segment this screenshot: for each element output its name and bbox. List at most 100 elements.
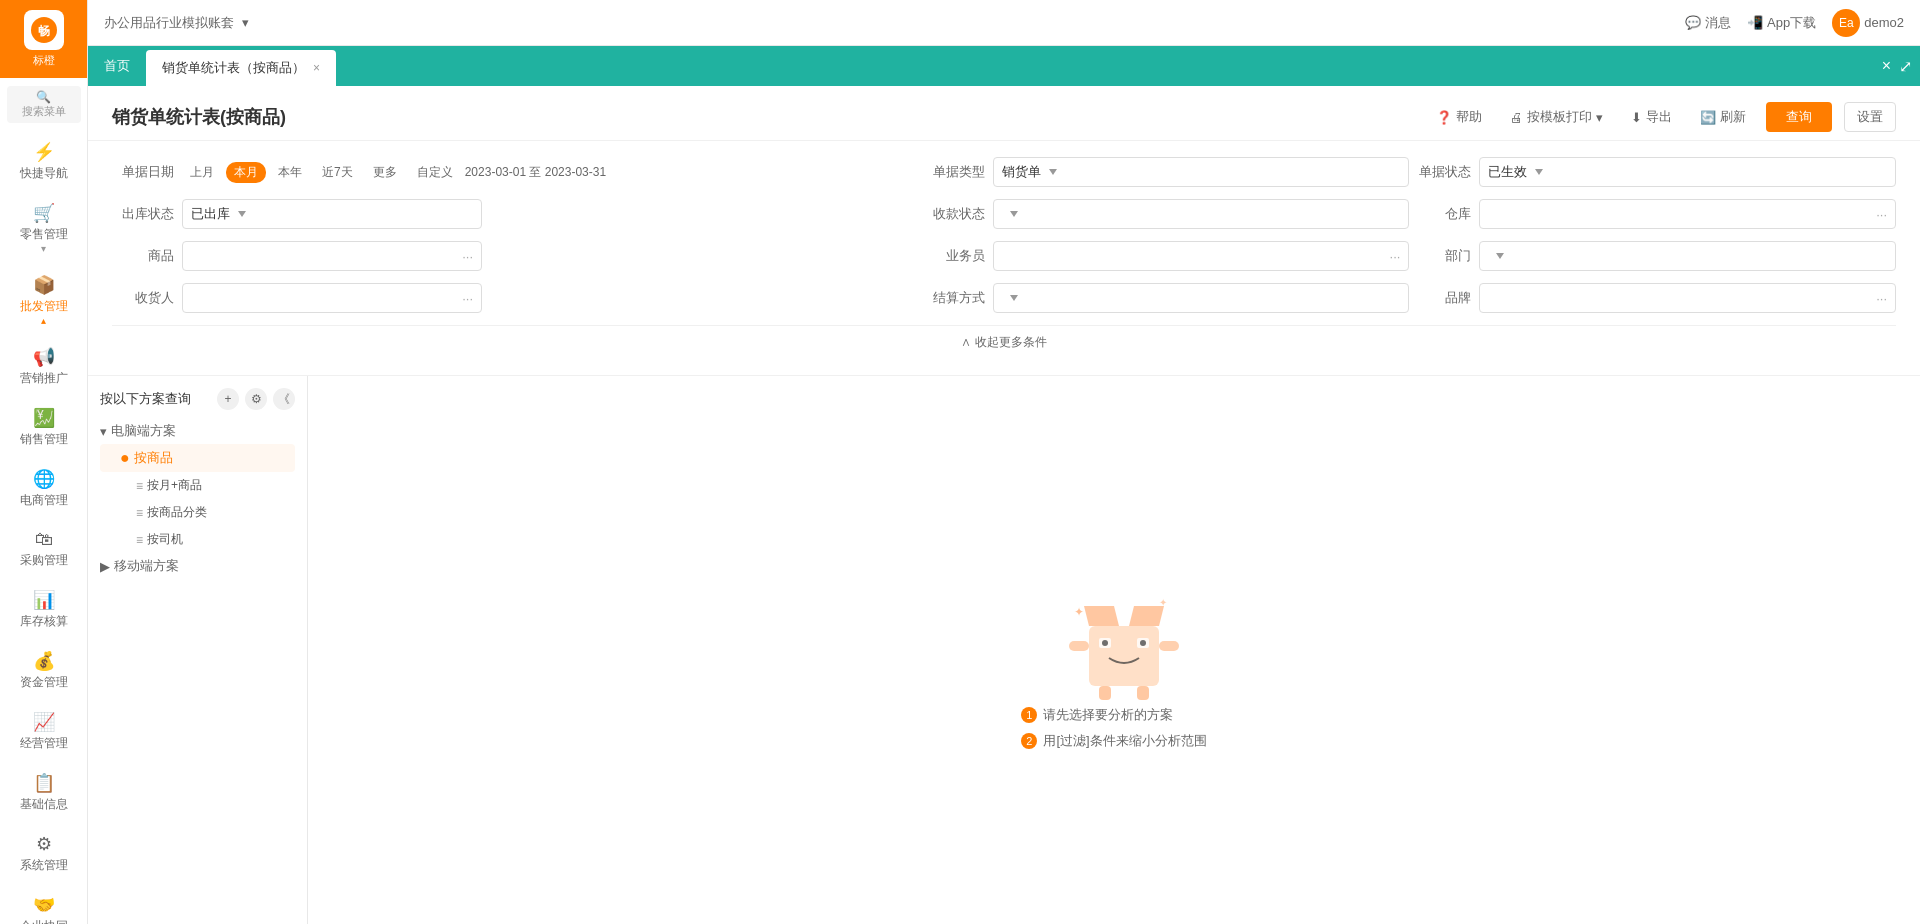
sidebar-item-cooperation[interactable]: 🤝 企业协同 — [0, 884, 87, 924]
date-tag-custom[interactable]: 自定义 — [409, 162, 461, 183]
topbar-dropdown-icon[interactable]: ▾ — [242, 15, 249, 30]
page-header: 销货单统计表(按商品) ❓ 帮助 🖨 按模板打印 ▾ ⬇ 导出 🔄 刷新 — [88, 86, 1920, 141]
lp-add-btn[interactable]: + — [217, 388, 239, 410]
filter-panel: 单据日期 上月 本月 本年 近7天 更多 自定义 2023-03-01 至 20… — [88, 141, 1920, 376]
tabbar-actions: × ⤢ — [1882, 57, 1920, 76]
ecommerce-label: 电商管理 — [20, 492, 68, 509]
print-btn[interactable]: 🖨 按模板打印 ▾ — [1502, 104, 1611, 130]
user-menu[interactable]: Ea demo2 — [1832, 9, 1904, 37]
type-value: 销货单 — [1002, 163, 1041, 181]
filter-row-3: 商品 ··· 业务员 ··· 部门 — [112, 241, 1896, 271]
tabbar: 首页 销货单统计表（按商品） × × ⤢ — [88, 46, 1920, 86]
warehouse-dots[interactable]: ··· — [1876, 207, 1887, 222]
sidebar-item-wholesale[interactable]: 📦 批发管理 ▴ — [0, 264, 87, 336]
filter-dept: 部门 — [1409, 241, 1896, 271]
basic-label: 基础信息 — [20, 796, 68, 813]
date-tag-lastmonth[interactable]: 上月 — [182, 162, 222, 183]
goods-select[interactable]: ··· — [182, 241, 482, 271]
brand-select[interactable]: ··· — [1479, 283, 1896, 313]
filter-row-4: 收货人 ··· 结算方式 品牌 — [112, 283, 1896, 313]
sidebar-item-finance[interactable]: 💰 资金管理 — [0, 640, 87, 701]
pc-group-title[interactable]: ▾ 电脑端方案 — [100, 418, 295, 444]
collapse-bar[interactable]: ∧ 收起更多条件 — [112, 325, 1896, 359]
mobile-group-title[interactable]: ▶ 移动端方案 — [88, 553, 307, 579]
sidebar-item-system[interactable]: ⚙ 系统管理 — [0, 823, 87, 884]
status-value: 已生效 — [1488, 163, 1527, 181]
empty-state: ✦ ✦ 1 请先选择要分析的方案 2 用[过滤]条件来缩小分析范围 — [1021, 586, 1206, 754]
left-panel-header: 按以下方案查询 + ⚙ 《 — [88, 388, 307, 418]
filter-row-1: 单据日期 上月 本月 本年 近7天 更多 自定义 2023-03-01 至 20… — [112, 157, 1896, 187]
scheme-item-by-goods[interactable]: ● 按商品 — [100, 444, 295, 472]
receiver-select[interactable]: ··· — [182, 283, 482, 313]
out-status-select[interactable]: 已出库 — [182, 199, 482, 229]
tab-expand-icon[interactable]: ⤢ — [1899, 57, 1912, 76]
date-tag-thismonth[interactable]: 本月 — [226, 162, 266, 183]
shortcuts-label: 快捷导航 — [20, 165, 68, 182]
filter-out-status: 出库状态 已出库 — [112, 199, 923, 229]
app-download-icon: 📲 — [1747, 15, 1763, 30]
status-select[interactable]: 已生效 — [1479, 157, 1896, 187]
date-tag-thisyear[interactable]: 本年 — [270, 162, 310, 183]
payment-select[interactable] — [993, 283, 1410, 313]
dept-select[interactable] — [1479, 241, 1896, 271]
marketing-icon: 📢 — [33, 346, 55, 368]
refresh-btn[interactable]: 🔄 刷新 — [1692, 104, 1754, 130]
query-btn[interactable]: 查询 — [1766, 102, 1832, 132]
help-btn[interactable]: ❓ 帮助 — [1428, 104, 1490, 130]
message-btn[interactable]: 💬 消息 — [1685, 14, 1731, 32]
filter-staff: 业务员 ··· — [923, 241, 1410, 271]
warehouse-select[interactable]: ··· — [1479, 199, 1896, 229]
scheme-by-goods-label: 按商品 — [134, 449, 173, 467]
brand-dots[interactable]: ··· — [1876, 291, 1887, 306]
staff-select[interactable]: ··· — [993, 241, 1410, 271]
svg-point-6 — [1140, 640, 1146, 646]
svg-rect-8 — [1137, 686, 1149, 700]
goods-dots[interactable]: ··· — [462, 249, 473, 264]
date-tag-7days[interactable]: 近7天 — [314, 162, 361, 183]
filter-status: 单据状态 已生效 — [1409, 157, 1896, 187]
app-download-btn[interactable]: 📲 App下载 — [1747, 14, 1816, 32]
filter-row-2: 出库状态 已出库 收款状态 仓库 — [112, 199, 1896, 229]
receiver-dots[interactable]: ··· — [462, 291, 473, 306]
settings-btn[interactable]: 设置 — [1844, 102, 1896, 132]
tab-sales-stat[interactable]: 销货单统计表（按商品） × — [146, 50, 336, 86]
collect-status-select[interactable] — [993, 199, 1410, 229]
type-select[interactable]: 销货单 — [993, 157, 1410, 187]
logo-text: 标橙 — [33, 53, 55, 68]
sidebar-item-retail[interactable]: 🛒 零售管理 ▾ — [0, 192, 87, 264]
lp-edit-btn[interactable]: ⚙ — [245, 388, 267, 410]
search-menu-btn[interactable]: 🔍 搜索菜单 — [7, 86, 81, 123]
sidebar-item-shortcuts[interactable]: ⚡ 快捷导航 — [0, 131, 87, 192]
refresh-icon: 🔄 — [1700, 110, 1716, 125]
scheme-item-by-month-goods[interactable]: ≡ 按月+商品 — [100, 472, 295, 499]
sidebar-item-inventory[interactable]: 📊 库存核算 — [0, 579, 87, 640]
scheme-by-printer-icon: ≡ — [136, 533, 143, 547]
lp-actions: + ⚙ 《 — [217, 388, 295, 410]
staff-dots[interactable]: ··· — [1390, 249, 1401, 264]
scheme-item-by-printer[interactable]: ≡ 按司机 — [100, 526, 295, 553]
operations-icon: 📈 — [33, 711, 55, 733]
message-label: 消息 — [1705, 14, 1731, 32]
help-label: 帮助 — [1456, 108, 1482, 126]
date-tag-more[interactable]: 更多 — [365, 162, 405, 183]
sidebar-menu: 🔍 搜索菜单 ⚡ 快捷导航 🛒 零售管理 ▾ 📦 批发管理 ▴ 📢 营销推广 💹… — [0, 78, 87, 924]
sidebar-item-sales[interactable]: 💹 销售管理 — [0, 397, 87, 458]
sidebar-item-operations[interactable]: 📈 经营管理 — [0, 701, 87, 762]
lp-collapse-btn[interactable]: 《 — [273, 388, 295, 410]
sidebar-item-marketing[interactable]: 📢 营销推广 — [0, 336, 87, 397]
svg-text:畅: 畅 — [38, 24, 50, 38]
tab-home[interactable]: 首页 — [88, 46, 146, 86]
tab-window-close-icon[interactable]: × — [1882, 57, 1891, 75]
sales-icon: 💹 — [33, 407, 55, 429]
sidebar-item-ecommerce[interactable]: 🌐 电商管理 — [0, 458, 87, 519]
export-btn[interactable]: ⬇ 导出 — [1623, 104, 1680, 130]
sidebar-item-basic[interactable]: 📋 基础信息 — [0, 762, 87, 823]
tab-close-icon[interactable]: × — [313, 61, 320, 75]
scheme-item-by-goods-cat[interactable]: ≡ 按商品分类 — [100, 499, 295, 526]
app-logo[interactable]: 畅 标橙 — [0, 0, 87, 78]
receiver-label: 收货人 — [112, 289, 182, 307]
scheme-by-goods-icon: ● — [120, 449, 130, 467]
status-label: 单据状态 — [1409, 163, 1479, 181]
sidebar-item-purchase[interactable]: 🛍 采购管理 — [0, 519, 87, 579]
out-status-dropdown-arrow — [238, 211, 246, 217]
